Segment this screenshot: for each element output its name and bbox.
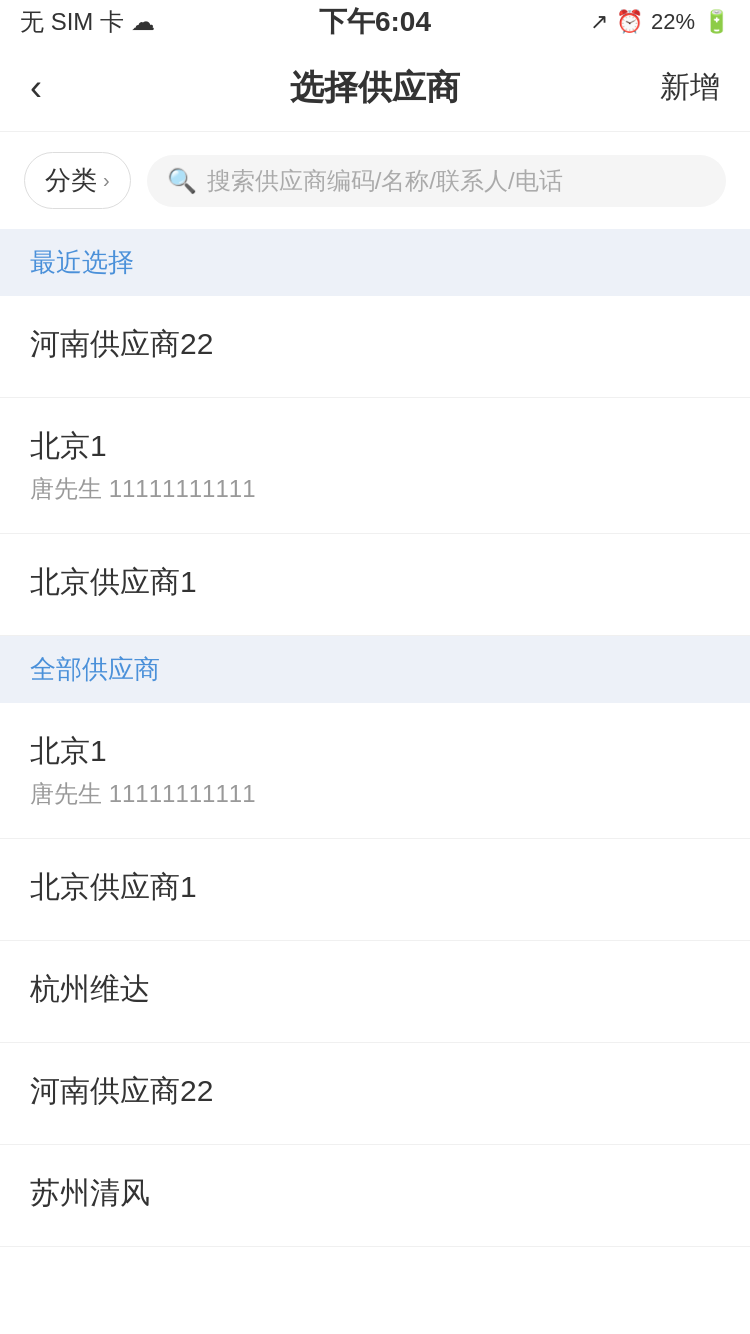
page-title: 选择供应商 — [110, 65, 640, 111]
alarm-icon: ⏰ — [616, 9, 643, 35]
item-name: 北京1 — [30, 731, 720, 772]
all-items-list: 北京1 唐先生 11111111111 北京供应商1 杭州维达河南供应商22 苏州清风 — [0, 703, 750, 1247]
item-name: 北京供应商1 — [30, 867, 720, 908]
recent-items-list: 河南供应商22 北京1 唐先生 11111111111 北京供应商1 — [0, 296, 750, 636]
status-right: ↗ ⏰ 22% 🔋 — [590, 9, 730, 35]
list-item[interactable]: 河南供应商22 — [0, 296, 750, 398]
list-item[interactable]: 苏州清风 — [0, 1145, 750, 1247]
filter-bar: 分类 › 🔍 — [0, 132, 750, 229]
item-name: 北京供应商1 — [30, 562, 720, 603]
location-icon: ↗ — [590, 9, 608, 35]
item-name: 杭州维达 — [30, 969, 720, 1010]
list-item[interactable]: 北京1 唐先生 11111111111 — [0, 398, 750, 534]
nav-bar: ‹ 选择供应商 新增 — [0, 44, 750, 132]
status-time: 下午6:04 — [319, 3, 431, 41]
add-button[interactable]: 新增 — [640, 67, 720, 108]
battery-icon: 🔋 — [703, 9, 730, 35]
list-item[interactable]: 北京1 唐先生 11111111111 — [0, 703, 750, 839]
status-left: 无 SIM 卡 ☁ — [20, 6, 155, 38]
item-name: 河南供应商22 — [30, 1071, 720, 1112]
search-icon: 🔍 — [167, 167, 197, 195]
chevron-right-icon: › — [103, 169, 110, 192]
list-item[interactable]: 北京供应商1 — [0, 534, 750, 636]
status-bar: 无 SIM 卡 ☁ 下午6:04 ↗ ⏰ 22% 🔋 — [0, 0, 750, 44]
search-input[interactable] — [207, 167, 706, 195]
category-label: 分类 — [45, 163, 97, 198]
category-button[interactable]: 分类 › — [24, 152, 131, 209]
recent-header-label: 最近选择 — [30, 247, 134, 277]
back-button[interactable]: ‹ — [30, 67, 110, 109]
item-contact: 唐先生 11111111111 — [30, 778, 720, 810]
sim-status: 无 SIM 卡 ☁ — [20, 6, 155, 38]
all-header-label: 全部供应商 — [30, 654, 160, 684]
recent-section-header: 最近选择 — [0, 229, 750, 296]
search-box: 🔍 — [147, 155, 726, 207]
item-name: 河南供应商22 — [30, 324, 720, 365]
all-section-header: 全部供应商 — [0, 636, 750, 703]
item-name: 北京1 — [30, 426, 720, 467]
list-item[interactable]: 北京供应商1 — [0, 839, 750, 941]
battery-level: 22% — [651, 9, 695, 35]
list-item[interactable]: 河南供应商22 — [0, 1043, 750, 1145]
list-item[interactable]: 杭州维达 — [0, 941, 750, 1043]
item-contact: 唐先生 11111111111 — [30, 473, 720, 505]
item-name: 苏州清风 — [30, 1173, 720, 1214]
